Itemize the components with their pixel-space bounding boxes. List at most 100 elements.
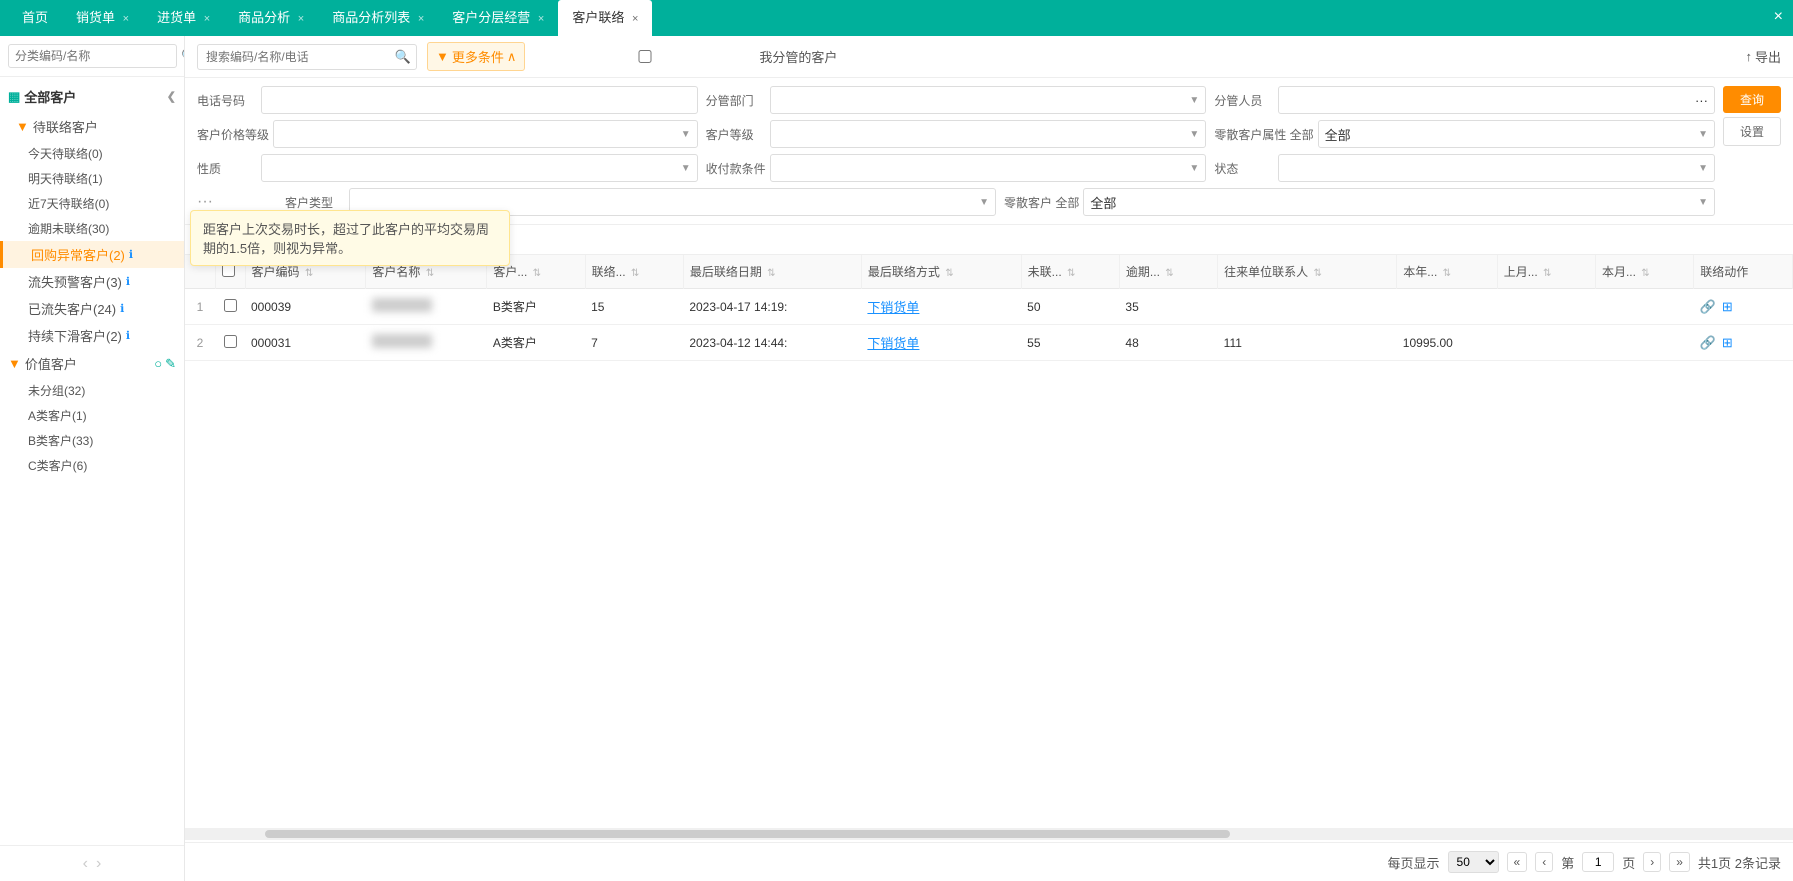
horizontal-scrollbar[interactable]: [185, 828, 1793, 840]
nav-close-button[interactable]: ×: [1774, 8, 1783, 26]
row-checkbox-2[interactable]: [224, 335, 237, 348]
left-sidebar: 🔍 ▦ 全部客户 ❮ ▼ 待联络客户 今天待联络(0) 明天待联络(1) 近7天…: [0, 36, 185, 881]
already-lost[interactable]: 已流失客户(24) ℹ: [0, 295, 184, 322]
export-icon: ↑: [1745, 49, 1752, 64]
row-checkbox-1[interactable]: [224, 299, 237, 312]
all-customers-header[interactable]: ▦ 全部客户 ❮: [0, 81, 184, 112]
link-action-1[interactable]: 🔗: [1700, 299, 1716, 315]
row-name-1: [366, 289, 487, 325]
my-customers-checkbox[interactable]: [535, 50, 755, 63]
nature-caret: ▼: [681, 163, 691, 174]
close-product-list-icon[interactable]: ×: [418, 13, 424, 25]
col-last-method: 最后联络方式 ⇅: [861, 255, 1021, 289]
this-year-sort-icon: ⇅: [1443, 268, 1451, 279]
ungroup[interactable]: 未分组(32): [0, 378, 184, 403]
method-link-1[interactable]: 下销货单: [867, 300, 919, 315]
filter-dots[interactable]: ···: [197, 193, 213, 211]
type-sort-icon: ⇅: [533, 268, 541, 279]
a-class[interactable]: A类客户(1): [0, 403, 184, 428]
lost-warning[interactable]: 流失预警客户(3) ℹ: [0, 268, 184, 295]
manager-select[interactable]: ···: [1278, 86, 1715, 114]
payment-select[interactable]: ▼: [770, 154, 1207, 182]
edit-icon[interactable]: ✎: [165, 356, 176, 372]
table-scroll-area[interactable]: 客户编码 ⇅ 客户名称 ⇅ 客户... ⇅ 联络... ⇅ 最后联络日期 ⇅ 最…: [185, 255, 1793, 826]
search-wrapper: 🔍: [197, 44, 417, 70]
declining-customers[interactable]: 持续下滑客户(2) ℹ: [0, 322, 184, 349]
customers-table: 客户编码 ⇅ 客户名称 ⇅ 客户... ⇅ 联络... ⇅ 最后联络日期 ⇅ 最…: [185, 255, 1793, 361]
customer-search-input[interactable]: [197, 44, 417, 70]
week-pending[interactable]: 近7天待联络(0): [0, 191, 184, 216]
pending-tri-icon: ▼: [16, 119, 29, 134]
phone-label: 电话号码: [197, 92, 257, 109]
sidebar-tree: ▦ 全部客户 ❮ ▼ 待联络客户 今天待联络(0) 明天待联络(1) 近7天待联…: [0, 77, 184, 845]
today-pending[interactable]: 今天待联络(0): [0, 141, 184, 166]
b-class[interactable]: B类客户(33): [0, 428, 184, 453]
link-action-2[interactable]: 🔗: [1700, 335, 1716, 351]
dept-select[interactable]: ▼: [770, 86, 1207, 114]
my-customers-check[interactable]: 我分管的客户: [535, 47, 837, 66]
tab-purchase[interactable]: 进货单 ×: [143, 0, 224, 36]
tab-product-analysis[interactable]: 商品分析 ×: [224, 0, 318, 36]
tab-customer-contact[interactable]: 客户联络 ×: [558, 0, 652, 36]
price-tier-select[interactable]: ▼: [273, 120, 698, 148]
customer-tier-caret: ▼: [1189, 129, 1199, 140]
c-class[interactable]: C类客户(6): [0, 453, 184, 478]
prev-arrow-icon[interactable]: ‹: [83, 855, 88, 873]
settings-button[interactable]: 设置: [1723, 117, 1781, 146]
query-button[interactable]: 查询: [1723, 86, 1781, 113]
overdue-pending[interactable]: 逾期未联络(30): [0, 216, 184, 241]
method-link-2[interactable]: 下销货单: [867, 336, 919, 351]
scroll-thumb[interactable]: [265, 830, 1230, 838]
filter-nature: 性质 ▼: [197, 154, 698, 182]
tab-home[interactable]: 首页: [8, 0, 62, 36]
export-label: 导出: [1755, 47, 1781, 66]
payment-caret: ▼: [1189, 163, 1199, 174]
grid-action-1[interactable]: ⊞: [1722, 299, 1733, 315]
row-contacts-1: [1218, 289, 1397, 325]
circle-icon[interactable]: ○: [154, 356, 162, 372]
more-conditions-btn[interactable]: ▼ 更多条件 ∧: [427, 42, 525, 71]
last-page-btn[interactable]: »: [1669, 852, 1690, 872]
export-btn[interactable]: ↑ 导出: [1745, 47, 1781, 66]
abnormal-repurchase[interactable]: 回购异常客户(2) ℹ: [0, 241, 184, 268]
pending-contact-group[interactable]: ▼ 待联络客户: [0, 112, 184, 141]
next-page-btn[interactable]: ›: [1643, 852, 1661, 872]
prev-page-btn[interactable]: ‹: [1535, 852, 1553, 872]
close-customer-contact-icon[interactable]: ×: [632, 13, 638, 25]
customer-tier-select[interactable]: ▼: [770, 120, 1207, 148]
abnormal-label: 回购异常客户(2): [31, 245, 125, 264]
row-select-1: [215, 289, 245, 325]
row-index-2: 2: [185, 325, 215, 361]
caret-icon: ∧: [507, 49, 517, 65]
pagination-bar: 每页显示 50 100 200 « ‹ 第 页 › » 共1页 2条记录: [185, 842, 1793, 881]
first-page-btn[interactable]: «: [1507, 852, 1528, 872]
tomorrow-pending[interactable]: 明天待联络(1): [0, 166, 184, 191]
right-content: 距客户上次交易时长，超过了此客户的平均交易周期的1.5倍，则视为异常。 🔍 ▼ …: [185, 36, 1793, 881]
price-tier-caret: ▼: [681, 129, 691, 140]
grid-action-2[interactable]: ⊞: [1722, 335, 1733, 351]
close-sales-icon[interactable]: ×: [123, 13, 129, 25]
next-arrow-icon[interactable]: ›: [96, 855, 101, 873]
col-contact: 联络... ⇅: [585, 255, 683, 289]
page-input[interactable]: [1582, 852, 1614, 872]
pending-contact-label: 待联络客户: [33, 117, 98, 136]
collapse-icon[interactable]: ❮: [167, 90, 176, 103]
sidebar-search-input[interactable]: [8, 44, 177, 68]
tab-customer-tier[interactable]: 客户分层经营 ×: [438, 0, 558, 36]
close-purchase-icon[interactable]: ×: [204, 13, 210, 25]
per-page-select[interactable]: 50 100 200: [1448, 851, 1499, 873]
value-group-header[interactable]: ▼ 价值客户 ○ ✎: [0, 349, 184, 378]
tab-product-list[interactable]: 商品分析列表 ×: [318, 0, 438, 36]
retail-customer-select[interactable]: 全部 ▼: [1083, 188, 1715, 216]
close-customer-tier-icon[interactable]: ×: [538, 13, 544, 25]
status-select[interactable]: ▼: [1278, 154, 1715, 182]
customer-search-icon[interactable]: 🔍: [395, 49, 411, 65]
tab-sales[interactable]: 销货单 ×: [62, 0, 143, 36]
filter-phone: 电话号码: [197, 86, 698, 114]
filter-price-tier: 客户价格等级 ▼: [197, 120, 698, 148]
phone-input[interactable]: [261, 86, 698, 114]
retail-attr-select[interactable]: 全部 ▼: [1318, 120, 1715, 148]
row-overdue-2: 48: [1119, 325, 1217, 361]
close-product-analysis-icon[interactable]: ×: [298, 13, 304, 25]
nature-select[interactable]: ▼: [261, 154, 698, 182]
